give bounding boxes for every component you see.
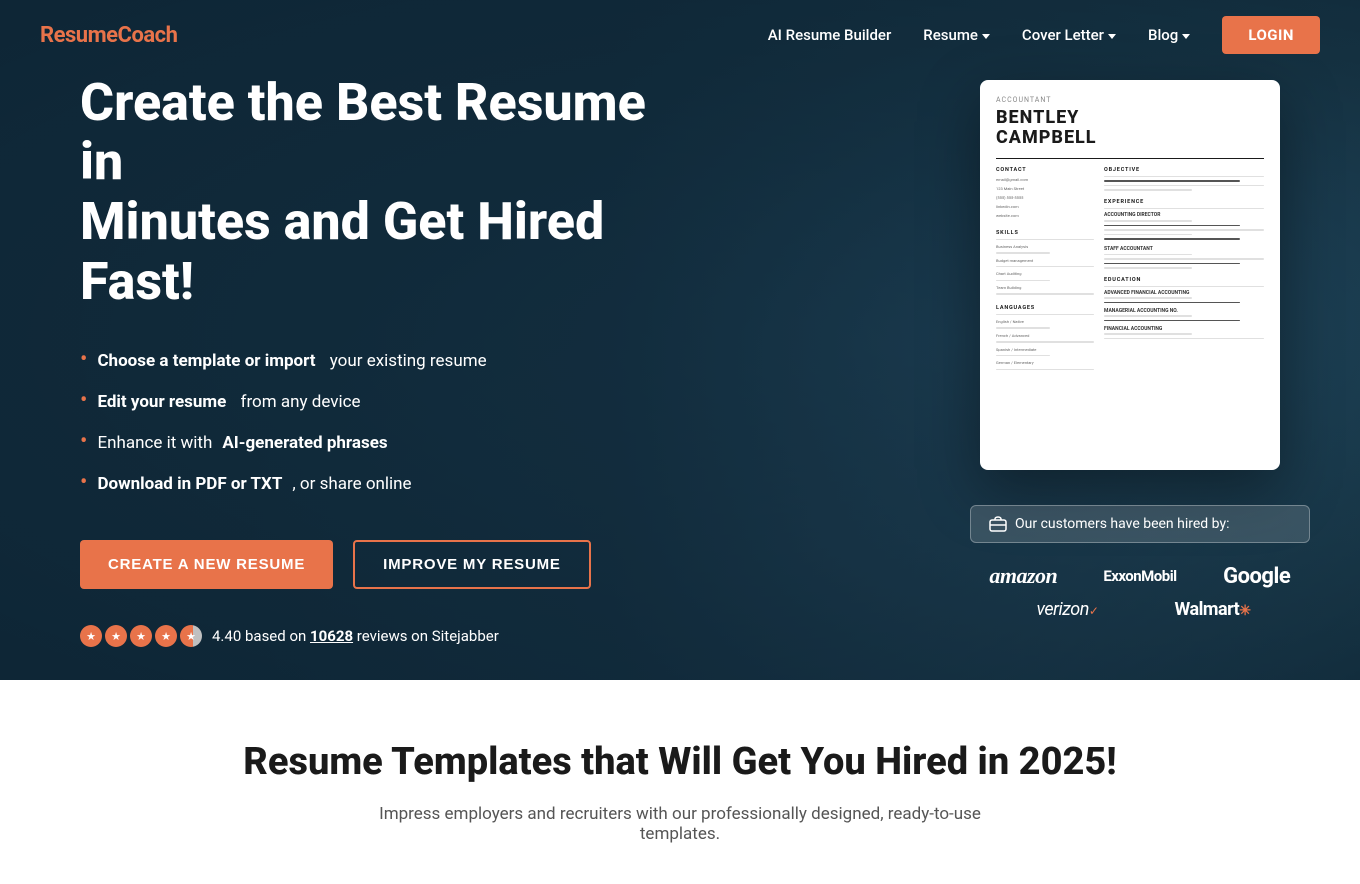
create-resume-button[interactable]: CREATE A NEW RESUME: [80, 540, 333, 589]
resume-name: BENTLEY CAMPBELL: [996, 108, 1264, 148]
nav-link-ai-builder[interactable]: AI Resume Builder: [768, 26, 892, 44]
nav-item-cover-letter[interactable]: Cover Letter: [1022, 26, 1116, 44]
customers-badge: Our customers have been hired by:: [970, 505, 1310, 543]
company-exxon: ExxonMobil: [1103, 567, 1176, 585]
logo-coach: Coach: [118, 23, 178, 48]
rating-count-link[interactable]: 10628: [310, 627, 353, 645]
rating-row: ★ ★ ★ ★ ★ 4.40 based on 10628 reviews on…: [80, 625, 700, 647]
hero-title: Create the Best Resume in Minutes and Ge…: [80, 73, 700, 312]
resume-right-col: OBJECTIVE EXPERIENCE ACCOUNTING DIRECTOR…: [1104, 167, 1264, 373]
login-button[interactable]: LOGIN: [1222, 16, 1320, 54]
hero-cta-row: CREATE A NEW RESUME IMPROVE MY RESUME: [80, 540, 700, 589]
templates-title: Resume Templates that Will Get You Hired…: [80, 740, 1280, 784]
hero-bullet-2: Edit your resume from any device: [80, 383, 700, 418]
nav-link-blog[interactable]: Blog: [1148, 26, 1190, 44]
navbar: ResumeCoach AI Resume Builder Resume Cov…: [0, 0, 1360, 70]
companies-row-1: amazon ExxonMobil Google: [970, 563, 1310, 589]
hero-bullet-3: Enhance it with AI-generated phrases: [80, 424, 700, 459]
star-5-half: ★: [180, 625, 202, 647]
customers-badge-text: Our customers have been hired by:: [1015, 516, 1229, 532]
star-2: ★: [105, 625, 127, 647]
improve-resume-button[interactable]: IMPROVE MY RESUME: [353, 540, 591, 589]
star-3: ★: [130, 625, 152, 647]
nav-item-resume[interactable]: Resume: [923, 26, 990, 44]
nav-links: AI Resume Builder Resume Cover Letter Bl…: [768, 26, 1191, 44]
customers-panel: Our customers have been hired by: amazon…: [970, 505, 1310, 620]
company-walmart: Walmart✳: [1175, 599, 1251, 620]
company-verizon: verizon✓: [1037, 599, 1099, 620]
hero-content: Create the Best Resume in Minutes and Ge…: [0, 73, 780, 648]
hero-bullets: Choose a template or import your existin…: [80, 342, 700, 501]
templates-subtitle: Impress employers and recruiters with ou…: [340, 804, 1020, 844]
nav-right: AI Resume Builder Resume Cover Letter Bl…: [768, 16, 1320, 54]
star-1: ★: [80, 625, 102, 647]
hero-bullet-1: Choose a template or import your existin…: [80, 342, 700, 377]
star-rating: ★ ★ ★ ★ ★: [80, 625, 202, 647]
resume-preview-card: ACCOUNTANT BENTLEY CAMPBELL CONTACT emai…: [980, 80, 1280, 470]
hero-section: Create the Best Resume in Minutes and Ge…: [0, 0, 1360, 680]
company-amazon: amazon: [989, 563, 1057, 589]
templates-section: Resume Templates that Will Get You Hired…: [0, 680, 1360, 884]
hero-bullet-4: Download in PDF or TXT, or share online: [80, 465, 700, 500]
companies-row-2: verizon✓ Walmart✳: [970, 599, 1310, 620]
resume-job-title: ACCOUNTANT: [996, 96, 1264, 104]
briefcase-icon: [989, 516, 1007, 532]
rating-text: 4.40 based on 10628 reviews on Sitejabbe…: [212, 627, 499, 645]
chevron-down-icon: [1108, 34, 1116, 39]
star-4: ★: [155, 625, 177, 647]
nav-item-ai-builder[interactable]: AI Resume Builder: [768, 26, 892, 44]
nav-item-blog[interactable]: Blog: [1148, 26, 1190, 44]
resume-left-col: CONTACT email@gmail.com 123 Main Street …: [996, 167, 1094, 373]
chevron-down-icon: [982, 34, 990, 39]
company-google: Google: [1223, 564, 1290, 589]
site-logo[interactable]: ResumeCoach: [40, 23, 177, 48]
nav-link-resume[interactable]: Resume: [923, 26, 990, 44]
resume-divider: [996, 158, 1264, 159]
logo-resume: Resume: [40, 23, 118, 48]
resume-body: CONTACT email@gmail.com 123 Main Street …: [996, 167, 1264, 373]
chevron-down-icon: [1182, 34, 1190, 39]
nav-link-cover-letter[interactable]: Cover Letter: [1022, 26, 1116, 44]
